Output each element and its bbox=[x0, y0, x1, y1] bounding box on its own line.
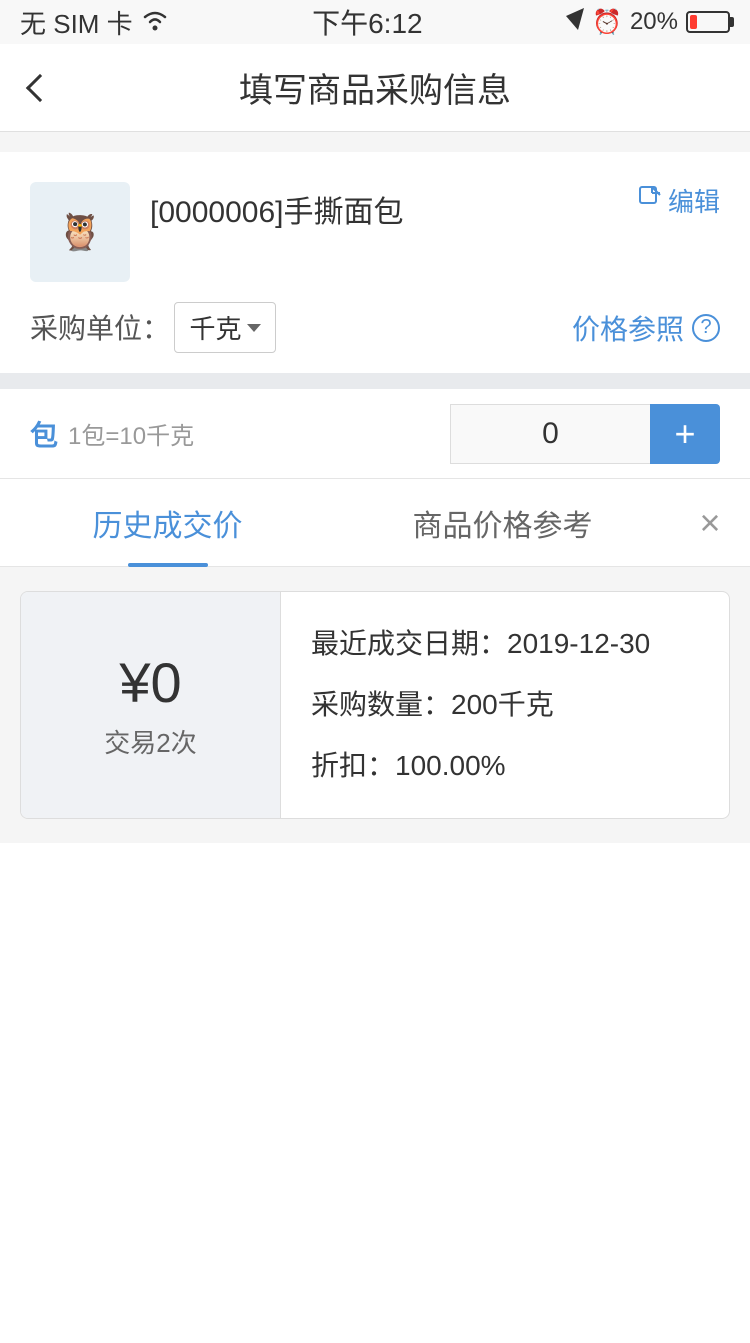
empty-content-area bbox=[0, 843, 750, 1343]
currency-symbol: ¥ bbox=[119, 651, 150, 714]
tab-close-button[interactable]: × bbox=[670, 479, 750, 567]
battery-percent: 20% bbox=[630, 8, 678, 36]
recent-date-value: 2019-12-30 bbox=[507, 628, 650, 659]
recent-date-row: 最近成交日期：2019-12-30 bbox=[311, 622, 699, 667]
unit-conversion: 1包=10千克 bbox=[68, 416, 194, 451]
edit-icon bbox=[638, 185, 662, 216]
unit-dropdown[interactable]: 千克 bbox=[174, 302, 276, 353]
trade-count: 交易2次 bbox=[104, 723, 196, 760]
tab-history-label: 历史成交价 bbox=[93, 501, 243, 545]
quantity-value: 200千克 bbox=[451, 689, 554, 720]
battery-icon bbox=[686, 11, 730, 33]
unit-value: 千克 bbox=[189, 309, 241, 346]
plus-icon: + bbox=[674, 413, 695, 455]
edit-label: 编辑 bbox=[668, 182, 720, 219]
price-ref-label: 价格参照 bbox=[572, 308, 684, 348]
product-card: 🦉 [0000006]手撕面包 编辑 采购单位： 千克 bbox=[0, 152, 750, 373]
status-right: ⏰ 20% bbox=[566, 8, 730, 37]
product-footer: 采购单位： 千克 价格参照 ? bbox=[30, 302, 720, 353]
product-header: 🦉 [0000006]手撕面包 编辑 bbox=[30, 182, 720, 282]
quantity-input[interactable] bbox=[450, 404, 650, 464]
purchase-quantity-row: 采购数量：200千克 bbox=[311, 683, 699, 728]
product-logo-icon: 🦉 bbox=[58, 211, 103, 253]
unit-label: 采购单位： bbox=[30, 313, 170, 344]
quantity-plus-button[interactable]: + bbox=[650, 404, 720, 464]
discount-value: 100.00% bbox=[395, 750, 506, 781]
recent-date-label: 最近成交日期： bbox=[311, 628, 507, 659]
close-icon: × bbox=[699, 505, 720, 541]
location-icon bbox=[566, 8, 584, 37]
status-left: 无 SIM 卡 bbox=[20, 4, 169, 41]
history-price-value: ¥0 bbox=[119, 650, 181, 715]
tab-product-label: 商品价格参考 bbox=[413, 501, 593, 545]
carrier-text: 无 SIM 卡 bbox=[20, 4, 133, 41]
status-bar: 无 SIM 卡 下午6:12 ⏰ 20% bbox=[0, 0, 750, 44]
status-time: 下午6:12 bbox=[312, 2, 423, 42]
tab-product-price[interactable]: 商品价格参考 bbox=[335, 479, 670, 567]
quantity-row: 包 1包=10千克 + bbox=[0, 389, 750, 479]
discount-row: 折扣：100.00% bbox=[311, 744, 699, 789]
tab-history-price[interactable]: 历史成交价 bbox=[0, 479, 335, 567]
tab-active-indicator bbox=[128, 563, 208, 567]
product-left: 🦉 [0000006]手撕面包 bbox=[30, 182, 403, 282]
unit-badge: 包 bbox=[30, 414, 58, 454]
price-number: 0 bbox=[151, 651, 182, 714]
history-card: ¥0 交易2次 最近成交日期：2019-12-30 采购数量：200千克 折扣：… bbox=[20, 591, 730, 819]
page-title: 填写商品采购信息 bbox=[239, 63, 511, 112]
section-divider bbox=[0, 373, 750, 389]
nav-bar: 填写商品采购信息 bbox=[0, 44, 750, 132]
wifi-icon bbox=[141, 7, 169, 38]
history-price-panel: ¥0 交易2次 bbox=[21, 592, 281, 818]
alarm-icon: ⏰ bbox=[592, 8, 622, 37]
price-reference-button[interactable]: 价格参照 ? bbox=[572, 308, 720, 348]
quantity-controls: + bbox=[450, 404, 720, 464]
history-details-panel: 最近成交日期：2019-12-30 采购数量：200千克 折扣：100.00% bbox=[281, 592, 729, 818]
quantity-label-text: 采购数量： bbox=[311, 689, 451, 720]
product-name: [0000006]手撕面包 bbox=[150, 187, 403, 231]
tabs-container: 历史成交价 商品价格参考 × bbox=[0, 479, 750, 567]
dropdown-arrow-icon bbox=[247, 324, 261, 332]
unit-selector: 采购单位： 千克 bbox=[30, 302, 276, 353]
quantity-label: 包 1包=10千克 bbox=[30, 414, 194, 454]
back-arrow-icon bbox=[26, 73, 54, 101]
help-icon: ? bbox=[692, 314, 720, 342]
product-thumbnail: 🦉 bbox=[30, 182, 130, 282]
back-button[interactable] bbox=[0, 44, 80, 132]
discount-label: 折扣： bbox=[311, 750, 395, 781]
edit-button[interactable]: 编辑 bbox=[638, 182, 720, 219]
